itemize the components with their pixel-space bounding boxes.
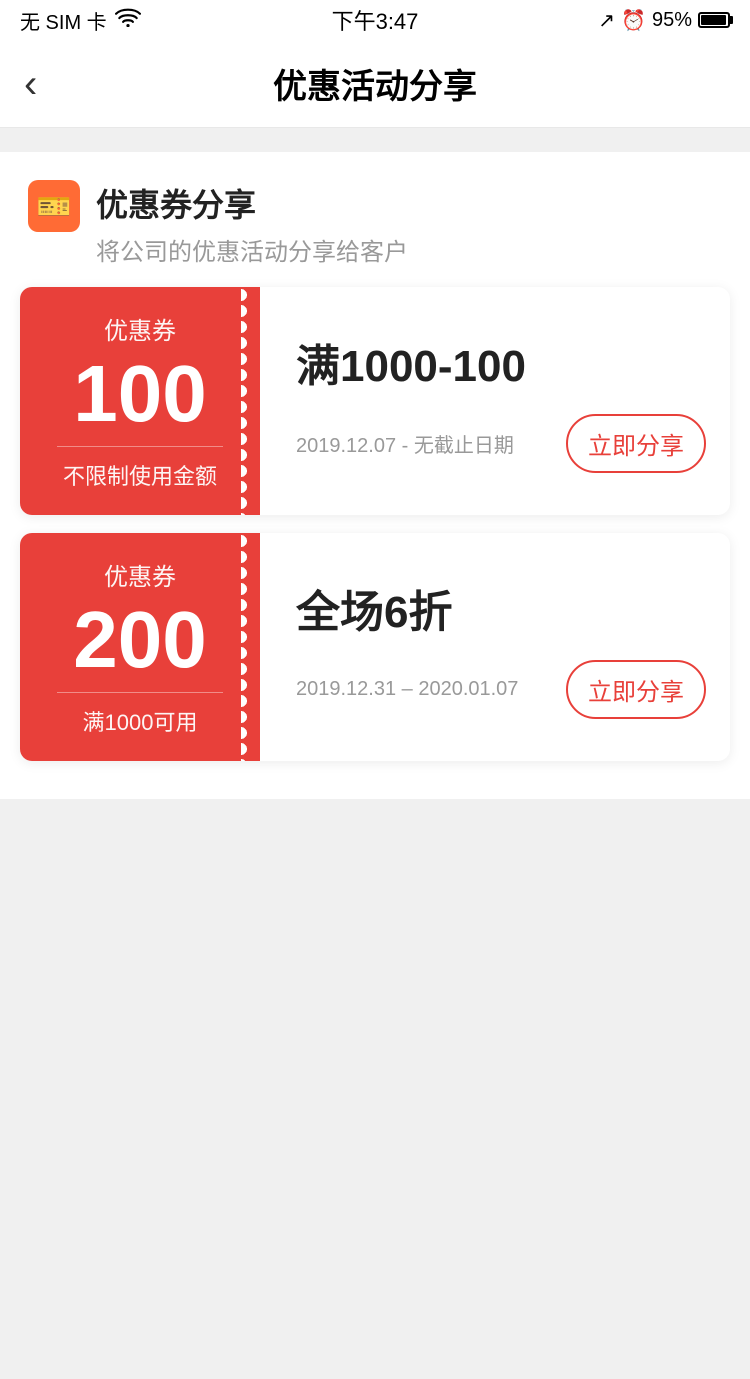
share-button-1[interactable]: 立即分享	[566, 414, 706, 473]
coupon-meta-2: 2019.12.31 – 2020.01.07 立即分享	[296, 660, 706, 719]
coupon-left-2: 优惠券 200 满1000可用	[20, 533, 260, 761]
section-header: 🎫 优惠券分享 将公司的优惠活动分享给客户	[0, 152, 750, 287]
coupon-divider-2	[57, 692, 223, 693]
section-title: 优惠券分享	[96, 180, 408, 226]
location-icon: ↗	[598, 8, 615, 33]
section-subtitle: 将公司的优惠活动分享给客户	[96, 232, 408, 267]
coupon-right-1: 满1000-100 2019.12.07 - 无截止日期 立即分享	[260, 287, 730, 515]
coupon-date-2: 2019.12.31 – 2020.01.07	[296, 678, 518, 701]
status-left: 无 SIM 卡	[20, 6, 141, 35]
wifi-icon	[115, 7, 141, 33]
coupon-date-1: 2019.12.07 - 无截止日期	[296, 429, 514, 458]
status-right: ↗ ⏰ 95%	[598, 8, 730, 33]
battery-percentage: 95%	[652, 9, 692, 32]
coupon-amount-1: 100	[73, 354, 206, 434]
carrier-text: 无 SIM 卡	[20, 6, 107, 35]
coupon-card-1: 优惠券 100 不限制使用金额 满1000-100 2019.12.07 - 无…	[20, 287, 730, 515]
alarm-icon: ⏰	[621, 8, 646, 33]
battery-icon	[698, 12, 730, 28]
section-text: 优惠券分享 将公司的优惠活动分享给客户	[96, 180, 408, 267]
coupon-label-2: 优惠券	[104, 557, 176, 592]
coupon-title-2: 全场6折	[296, 576, 706, 640]
coupon-label-1: 优惠券	[104, 311, 176, 346]
share-button-2[interactable]: 立即分享	[566, 660, 706, 719]
status-bar: 无 SIM 卡 下午3:47 ↗ ⏰ 95%	[0, 0, 750, 40]
empty-area	[0, 799, 750, 1379]
coupon-right-2: 全场6折 2019.12.31 – 2020.01.07 立即分享	[260, 533, 730, 761]
nav-bar: ‹ 优惠活动分享	[0, 40, 750, 128]
coupon-list: 优惠券 100 不限制使用金额 满1000-100 2019.12.07 - 无…	[0, 287, 750, 799]
coupon-card-2: 优惠券 200 满1000可用 全场6折 2019.12.31 – 2020.0…	[20, 533, 730, 761]
section-divider	[0, 128, 750, 152]
status-time: 下午3:47	[332, 4, 419, 36]
back-button[interactable]: ‹	[24, 64, 37, 104]
coupon-divider-1	[57, 446, 223, 447]
coupon-title-1: 满1000-100	[296, 330, 706, 394]
coupon-condition-2: 满1000可用	[83, 705, 198, 737]
coupon-meta-1: 2019.12.07 - 无截止日期 立即分享	[296, 414, 706, 473]
coupon-condition-1: 不限制使用金额	[63, 459, 217, 491]
page-title: 优惠活动分享	[273, 59, 477, 108]
section-icon: 🎫	[28, 180, 80, 232]
coupon-left-1: 优惠券 100 不限制使用金额	[20, 287, 260, 515]
coupon-amount-2: 200	[73, 600, 206, 680]
